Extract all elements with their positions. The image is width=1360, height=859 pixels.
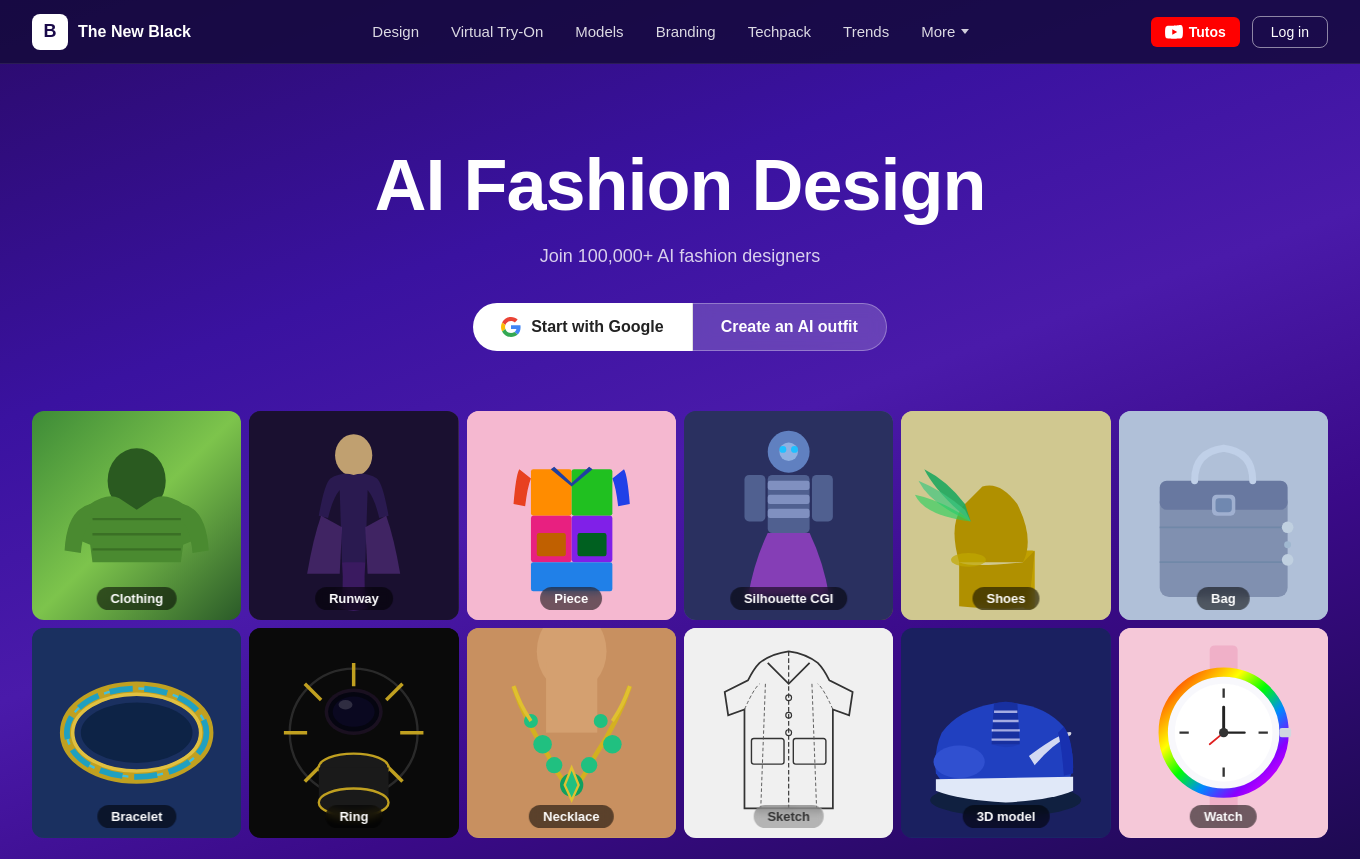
grid-item-clothing[interactable]: Clothing [32, 411, 241, 620]
svg-point-85 [934, 746, 985, 779]
svg-point-43 [81, 703, 193, 763]
svg-point-37 [1284, 541, 1291, 548]
ring-label: Ring [326, 805, 383, 828]
grid-section: Clothing Runway [0, 401, 1360, 859]
svg-rect-20 [768, 509, 810, 518]
hero-buttons: Start with Google Create an AI outfit [20, 303, 1340, 351]
nav-branding[interactable]: Branding [656, 23, 716, 40]
svg-point-67 [546, 757, 562, 773]
grid-item-silhouette[interactable]: Silhouette CGI [684, 411, 893, 620]
grid-item-ring[interactable]: Ring [249, 628, 458, 837]
grid-item-shoes[interactable]: Shoes [901, 411, 1110, 620]
3dmodel-label: 3D model [963, 805, 1050, 828]
grid-item-bracelet[interactable]: Bracelet [32, 628, 241, 837]
start-with-google-button[interactable]: Start with Google [473, 303, 692, 351]
bracelet-label: Bracelet [97, 805, 176, 828]
nav-models[interactable]: Models [575, 23, 623, 40]
grid-item-necklace[interactable]: Necklace [467, 628, 676, 837]
necklace-label: Necklace [529, 805, 613, 828]
svg-point-61 [339, 700, 353, 709]
grid-item-3dmodel[interactable]: 3D model [901, 628, 1110, 837]
navbar: B The New Black Design Virtual Try-On Mo… [0, 0, 1360, 64]
svg-rect-105 [1279, 728, 1291, 737]
svg-rect-33 [1215, 498, 1231, 512]
grid-item-sketch[interactable]: Sketch [684, 628, 893, 837]
login-button[interactable]: Log in [1252, 16, 1328, 48]
logo-area[interactable]: B The New Black [32, 14, 191, 50]
svg-rect-14 [577, 533, 606, 556]
youtube-button[interactable]: Tutos [1151, 17, 1240, 47]
grid-item-watch[interactable]: Watch [1119, 628, 1328, 837]
nav-virtual-try-on[interactable]: Virtual Try-On [451, 23, 543, 40]
svg-rect-9 [571, 469, 612, 516]
svg-point-28 [951, 553, 986, 567]
shoes-label: Shoes [972, 587, 1039, 610]
svg-point-38 [1281, 554, 1293, 566]
svg-point-70 [593, 714, 607, 728]
nav-techpack[interactable]: Techpack [748, 23, 811, 40]
grid-item-bag[interactable]: Bag [1119, 411, 1328, 620]
svg-point-24 [779, 446, 786, 453]
bag-label: Bag [1197, 587, 1250, 610]
svg-point-60 [333, 697, 375, 727]
watch-label: Watch [1190, 805, 1257, 828]
grid-item-piece[interactable]: Piece [467, 411, 676, 620]
brand-name: The New Black [78, 23, 191, 41]
google-icon [501, 317, 521, 337]
hero-section: AI Fashion Design Join 100,000+ AI fashi… [0, 64, 1360, 401]
svg-rect-21 [744, 475, 765, 522]
nav-more[interactable]: More [921, 23, 969, 40]
hero-subtitle: Join 100,000+ AI fashion designers [20, 246, 1340, 267]
svg-point-6 [335, 434, 372, 476]
piece-label: Piece [540, 587, 602, 610]
svg-rect-18 [768, 481, 810, 490]
svg-point-69 [581, 757, 597, 773]
svg-rect-8 [531, 469, 572, 516]
grid-item-runway[interactable]: Runway [249, 411, 458, 620]
svg-point-104 [1219, 728, 1228, 737]
runway-label: Runway [315, 587, 393, 610]
svg-rect-22 [812, 475, 833, 522]
sketch-label: Sketch [753, 805, 824, 828]
nav-design[interactable]: Design [372, 23, 419, 40]
svg-rect-19 [768, 495, 810, 504]
svg-rect-13 [536, 533, 565, 556]
silhouette-label: Silhouette CGI [730, 587, 848, 610]
nav-trends[interactable]: Trends [843, 23, 889, 40]
svg-point-36 [1281, 521, 1293, 533]
nav-links: Design Virtual Try-On Models Branding Te… [372, 23, 969, 40]
youtube-icon [1165, 25, 1183, 39]
svg-point-71 [603, 735, 622, 754]
fashion-grid: Clothing Runway [32, 411, 1328, 838]
chevron-down-icon [961, 29, 969, 34]
nav-right: Tutos Log in [1151, 16, 1328, 48]
hero-title: AI Fashion Design [20, 144, 1340, 226]
clothing-label: Clothing [96, 587, 177, 610]
svg-rect-64 [546, 663, 597, 733]
svg-point-65 [533, 735, 552, 754]
logo-icon: B [32, 14, 68, 50]
svg-point-25 [791, 446, 798, 453]
create-ai-outfit-button[interactable]: Create an AI outfit [693, 303, 887, 351]
